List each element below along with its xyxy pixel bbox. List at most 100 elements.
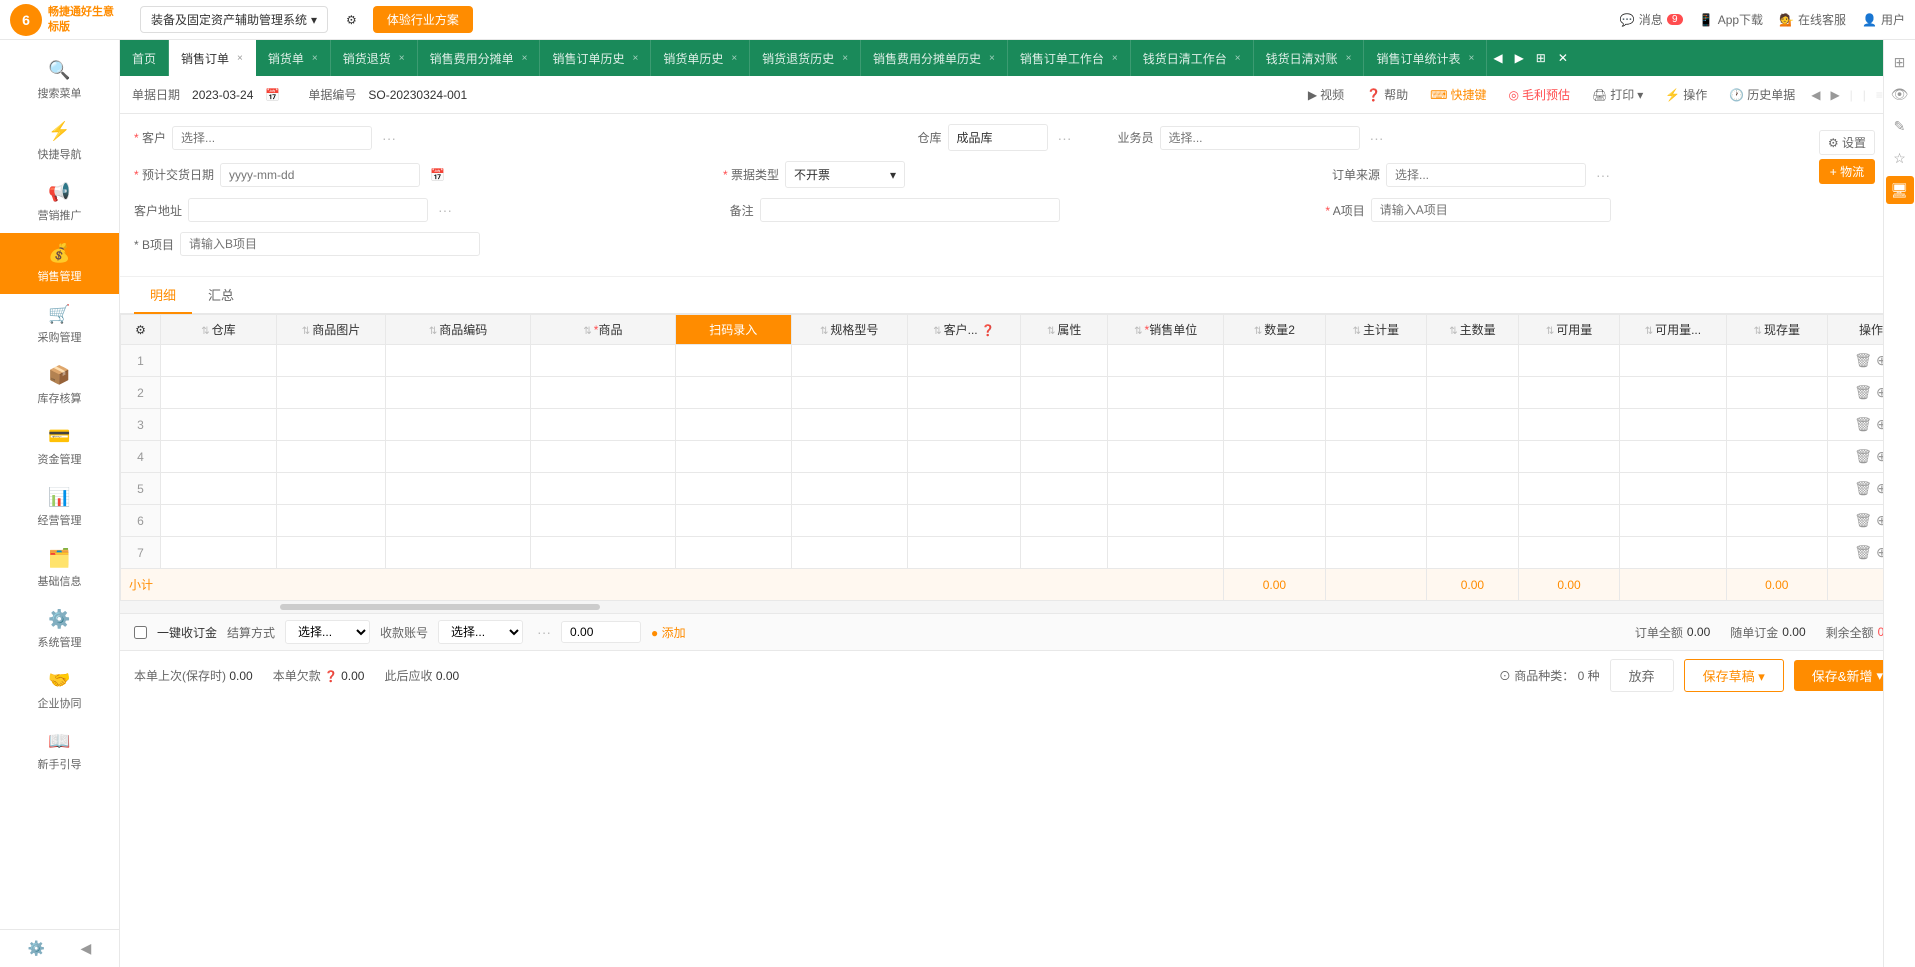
user-avatar[interactable]: 👤 用户 bbox=[1862, 11, 1905, 28]
tab-daily-workbench[interactable]: 钱货日清工作台 × bbox=[1131, 40, 1254, 76]
address-dots[interactable]: ··· bbox=[438, 202, 452, 218]
salesperson-input[interactable] bbox=[1160, 126, 1360, 150]
col-header-spec[interactable]: ⇅规格型号 bbox=[791, 315, 907, 345]
right-icon-grid[interactable]: ⊞ bbox=[1886, 48, 1914, 76]
sidebar-item-marketing[interactable]: 📢 营销推广 bbox=[0, 172, 119, 233]
invoice-type-select[interactable]: 不开票 ▾ bbox=[785, 161, 905, 188]
app-selector[interactable]: 装备及固定资产辅助管理系统 ▾ bbox=[140, 6, 328, 33]
tab-close-icon[interactable]: × bbox=[1235, 53, 1241, 64]
tab-close-icon[interactable]: × bbox=[399, 53, 405, 64]
tab-daily-reconcile[interactable]: 钱货日清对账 × bbox=[1254, 40, 1365, 76]
sidebar-item-guide[interactable]: 📖 新手引导 bbox=[0, 721, 119, 782]
tab-home[interactable]: 首页 bbox=[120, 40, 169, 76]
tab-scroll-left[interactable]: ◀ bbox=[1487, 40, 1508, 76]
nav-left-icon[interactable]: ◀ bbox=[1811, 88, 1820, 102]
col-header-product[interactable]: ⇅*商品 bbox=[530, 315, 675, 345]
row-delete-icon[interactable]: 🗑 bbox=[1854, 544, 1872, 560]
sidebar-item-basic[interactable]: 🗂️ 基础信息 bbox=[0, 538, 119, 599]
col-header-code[interactable]: ⇅商品编码 bbox=[386, 315, 531, 345]
online-service-btn[interactable]: 💁 在线客服 bbox=[1779, 11, 1846, 28]
history-btn[interactable]: 🕐 历史单据 bbox=[1723, 84, 1801, 105]
tab-close-icon[interactable]: × bbox=[312, 53, 318, 64]
sidebar-item-system[interactable]: ⚙️ 系统管理 bbox=[0, 599, 119, 660]
order-source-dots[interactable]: ··· bbox=[1596, 167, 1610, 183]
tab-detail[interactable]: 明细 bbox=[134, 277, 192, 314]
col-header-main-unit[interactable]: ⇅主计量 bbox=[1325, 315, 1426, 345]
right-icon-screen[interactable]: 🖥 bbox=[1886, 176, 1914, 204]
row-delete-icon[interactable]: 🗑 bbox=[1854, 352, 1872, 368]
col-header-image[interactable]: ⇅商品图片 bbox=[276, 315, 385, 345]
order-source-input[interactable] bbox=[1386, 163, 1586, 187]
col-header-attr[interactable]: ⇅属性 bbox=[1021, 315, 1108, 345]
row-delete-icon[interactable]: 🗑 bbox=[1854, 448, 1872, 464]
delivery-date-calendar-icon[interactable]: 📅 bbox=[430, 168, 445, 182]
tab-expand[interactable]: ⊞ bbox=[1530, 40, 1552, 76]
tab-close-icon[interactable]: × bbox=[522, 53, 528, 64]
message-btn[interactable]: 💬 消息 9 bbox=[1620, 11, 1683, 28]
warehouse-select[interactable]: 成品库 bbox=[948, 124, 1048, 151]
col-header-warehouse[interactable]: ⇅仓库 bbox=[161, 315, 277, 345]
salesperson-dots[interactable]: ··· bbox=[1370, 130, 1384, 146]
col-header-main-qty[interactable]: ⇅主数量 bbox=[1426, 315, 1518, 345]
col-header-stock[interactable]: ⇅现存量 bbox=[1726, 315, 1827, 345]
sidebar-item-enterprise[interactable]: 🤝 企业协同 bbox=[0, 660, 119, 721]
add-btn[interactable]: ● 添加 bbox=[651, 624, 686, 641]
row-delete-icon[interactable]: 🗑 bbox=[1854, 384, 1872, 400]
tab-invoice-history[interactable]: 销货单历史 × bbox=[651, 40, 750, 76]
b-project-input[interactable] bbox=[180, 232, 480, 256]
col-header-qty2[interactable]: ⇅数量2 bbox=[1224, 315, 1325, 345]
receipt-dots[interactable]: ··· bbox=[537, 624, 551, 640]
sidebar-item-shortcut[interactable]: ⚡ 快捷导航 bbox=[0, 111, 119, 172]
view-btn[interactable]: ▶ 视频 bbox=[1302, 84, 1350, 105]
tab-fee-split[interactable]: 销售费用分摊单 × bbox=[418, 40, 541, 76]
right-icon-star[interactable]: ☆ bbox=[1886, 144, 1914, 172]
tab-close-icon[interactable]: × bbox=[1112, 53, 1118, 64]
row-delete-icon[interactable]: 🗑 bbox=[1854, 416, 1872, 432]
tab-close-icon[interactable]: × bbox=[989, 53, 995, 64]
tab-return-history[interactable]: 销货退货历史 × bbox=[750, 40, 861, 76]
settings-icon-btn[interactable]: ⚙ bbox=[338, 9, 365, 31]
calendar-icon[interactable]: 📅 bbox=[265, 88, 280, 102]
row-delete-icon[interactable]: 🗑 bbox=[1854, 480, 1872, 496]
tab-sales-return[interactable]: 销货退货 × bbox=[331, 40, 418, 76]
profit-btn[interactable]: ◎ 毛利预估 bbox=[1502, 84, 1576, 105]
tab-close-icon[interactable]: × bbox=[731, 53, 737, 64]
scrollbar-thumb[interactable] bbox=[280, 604, 600, 610]
customer-dots[interactable]: ··· bbox=[382, 130, 396, 146]
industry-btn[interactable]: 体验行业方案 bbox=[373, 6, 473, 33]
sidebar-settings-icon[interactable]: ⚙️ bbox=[28, 940, 45, 957]
sidebar-item-sales[interactable]: 💰 销售管理 bbox=[0, 233, 119, 294]
tab-close-icon[interactable]: × bbox=[632, 53, 638, 64]
sidebar-item-purchase[interactable]: 🛒 采购管理 bbox=[0, 294, 119, 355]
app-download-btn[interactable]: 📱 App下载 bbox=[1699, 11, 1763, 28]
a-project-input[interactable] bbox=[1371, 198, 1611, 222]
amount-input[interactable] bbox=[561, 621, 641, 643]
sidebar-item-inventory[interactable]: 📦 库存核算 bbox=[0, 355, 119, 416]
shortcut-btn[interactable]: ⌨ 快捷键 bbox=[1424, 84, 1492, 105]
warehouse-dots[interactable]: ··· bbox=[1058, 130, 1072, 146]
operation-btn[interactable]: ⚡ 操作 bbox=[1659, 84, 1713, 105]
save-draft-btn[interactable]: 保存草稿 ▾ bbox=[1684, 659, 1784, 692]
right-icon-edit[interactable]: ✎ bbox=[1886, 112, 1914, 140]
col-header-customer-code[interactable]: ⇅客户... ❓ bbox=[907, 315, 1021, 345]
scrollbar[interactable] bbox=[120, 601, 1915, 613]
tab-close-icon[interactable]: × bbox=[1346, 53, 1352, 64]
help-btn[interactable]: ❓ 帮助 bbox=[1360, 84, 1414, 105]
print-btn[interactable]: 🖨 打印 ▾ bbox=[1586, 84, 1649, 105]
sidebar-item-operation[interactable]: 📊 经营管理 bbox=[0, 477, 119, 538]
col-header-avail[interactable]: ⇅可用量 bbox=[1518, 315, 1619, 345]
tab-order-history[interactable]: 销售订单历史 × bbox=[540, 40, 651, 76]
tab-close-icon[interactable]: × bbox=[237, 53, 243, 64]
tab-close-all[interactable]: ✕ bbox=[1552, 40, 1574, 76]
right-icon-eye[interactable]: 👁 bbox=[1886, 80, 1914, 108]
tab-close-icon[interactable]: × bbox=[842, 53, 848, 64]
one-click-checkbox[interactable] bbox=[134, 626, 147, 639]
col-header-unit[interactable]: ⇅*销售单位 bbox=[1108, 315, 1224, 345]
nav-right-icon[interactable]: ▶ bbox=[1830, 88, 1839, 102]
sidebar-item-search[interactable]: 🔍 搜索菜单 bbox=[0, 50, 119, 111]
tab-order-stats[interactable]: 销售订单统计表 × bbox=[1364, 40, 1487, 76]
settlement-select[interactable]: 选择... bbox=[285, 620, 370, 644]
address-input[interactable] bbox=[188, 198, 428, 222]
tab-sales-invoice[interactable]: 销货单 × bbox=[256, 40, 331, 76]
add-goods-btn[interactable]: + 物流 bbox=[1819, 159, 1875, 184]
